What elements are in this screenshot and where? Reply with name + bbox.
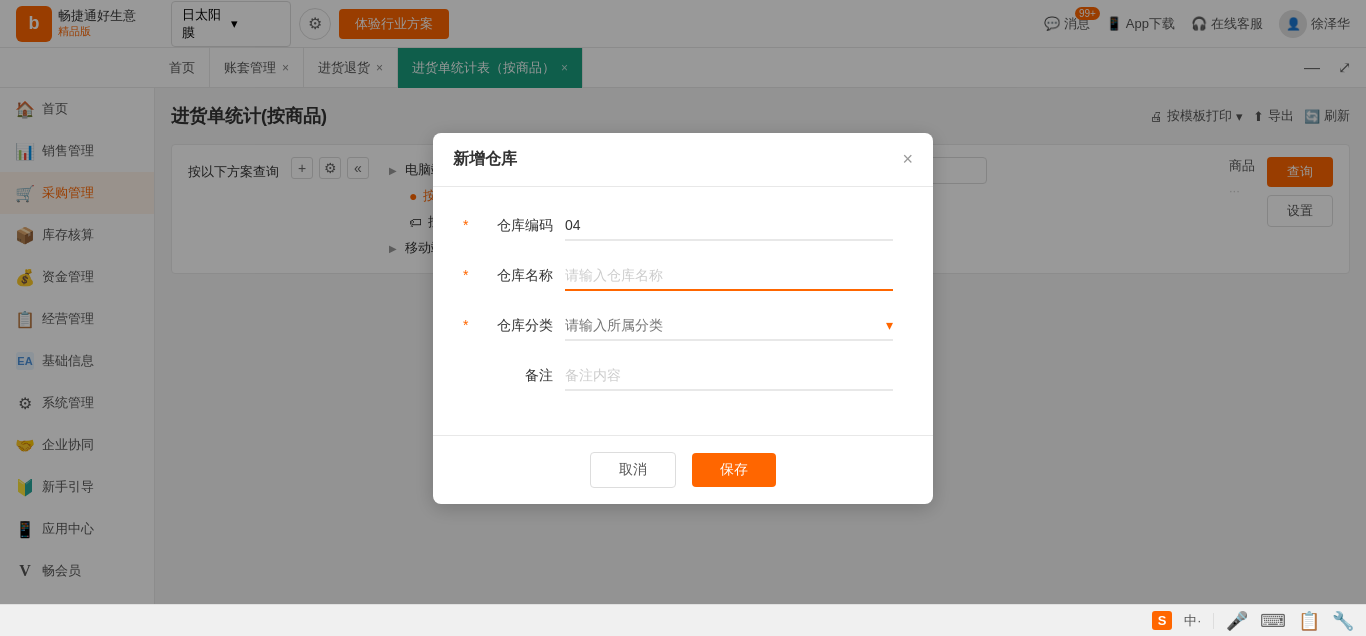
modal-overlay: 新增仓库 × 仓库编码 仓库名称 仓库分类 ▾ — [0, 0, 1366, 636]
cancel-button[interactable]: 取消 — [590, 452, 676, 488]
modal-header: 新增仓库 × — [433, 133, 933, 187]
modal-footer: 取消 保存 — [433, 435, 933, 504]
tool-icon[interactable]: 🔧 — [1332, 610, 1354, 632]
input-mode-label: 中· — [1184, 612, 1201, 630]
note-label: 备注 — [473, 367, 553, 385]
form-row-note: 备注 — [473, 361, 893, 391]
bottom-bar: S 中· 🎤 ⌨ 📋 🔧 — [0, 604, 1366, 636]
warehouse-name-input[interactable] — [565, 261, 893, 291]
s-logo: S — [1152, 611, 1173, 630]
modal-body: 仓库编码 仓库名称 仓库分类 ▾ 备注 — [433, 187, 933, 435]
keyboard-icon[interactable]: ⌨ — [1260, 610, 1286, 632]
form-row-category: 仓库分类 ▾ — [473, 311, 893, 341]
note-input[interactable] — [565, 361, 893, 391]
form-row-code: 仓库编码 — [473, 211, 893, 241]
form-row-name: 仓库名称 — [473, 261, 893, 291]
new-warehouse-modal: 新增仓库 × 仓库编码 仓库名称 仓库分类 ▾ — [433, 133, 933, 504]
bottom-divider — [1213, 613, 1214, 629]
microphone-icon[interactable]: 🎤 — [1226, 610, 1248, 632]
category-select-wrap: ▾ — [565, 311, 893, 341]
modal-title: 新增仓库 — [453, 149, 517, 170]
name-label: 仓库名称 — [473, 267, 553, 285]
warehouse-code-input[interactable] — [565, 211, 893, 241]
modal-close-button[interactable]: × — [902, 149, 913, 170]
code-label: 仓库编码 — [473, 217, 553, 235]
category-select-input[interactable] — [565, 317, 886, 333]
save-button[interactable]: 保存 — [692, 453, 776, 487]
category-label: 仓库分类 — [473, 317, 553, 335]
clipboard-icon[interactable]: 📋 — [1298, 610, 1320, 632]
category-dropdown-icon: ▾ — [886, 317, 893, 333]
